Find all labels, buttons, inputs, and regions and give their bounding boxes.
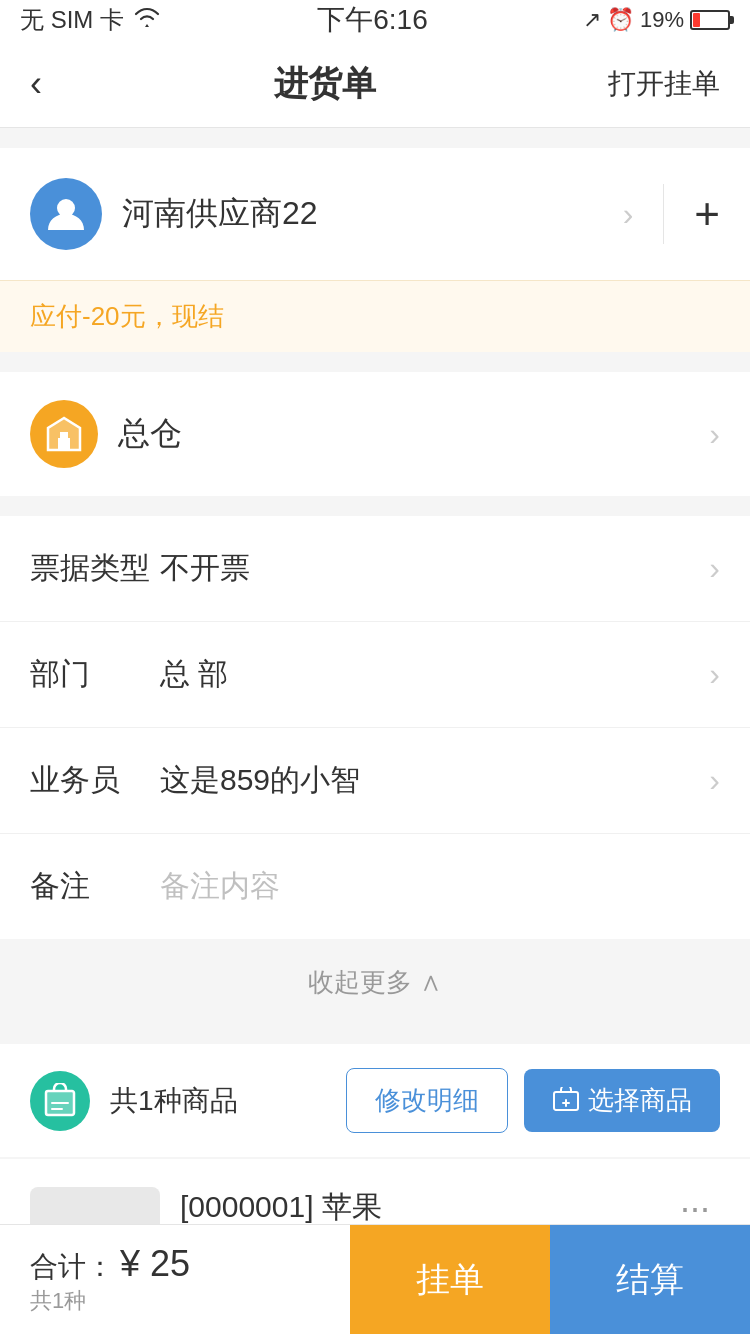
bottom-bar: 合计： ¥ 25 共1种 挂单 结算 [0, 1224, 750, 1334]
supplier-row[interactable]: 河南供应商22 › + [0, 148, 750, 280]
battery-icon [690, 10, 730, 30]
open-hang-button[interactable]: 打开挂单 [608, 65, 720, 103]
hang-button[interactable]: 挂单 [350, 1225, 550, 1335]
select-product-label: 选择商品 [588, 1083, 692, 1118]
supplier-avatar [30, 178, 102, 250]
divider [663, 184, 664, 244]
alarm-icon: ⏰ [607, 7, 634, 33]
invoice-type-label: 票据类型 [30, 548, 160, 589]
total-section: 合计： ¥ 25 共1种 [0, 1243, 350, 1316]
salesperson-value: 这是859的小智 [160, 760, 709, 801]
total-value: ¥ 25 [120, 1243, 190, 1285]
product-title: 苹果 [322, 1190, 382, 1223]
department-label: 部门 [30, 654, 160, 695]
carrier-text: 无 SIM 卡 [20, 4, 124, 36]
back-button[interactable]: ‹ [30, 63, 42, 105]
form-section: 票据类型 不开票 › 部门 总 部 › 业务员 这是859的小智 › 备注 备注… [0, 516, 750, 939]
notice-banner: 应付-20元，现结 [0, 280, 750, 352]
wifi-icon [132, 6, 162, 34]
total-amount: 合计： ¥ 25 [30, 1243, 320, 1286]
remark-row[interactable]: 备注 备注内容 [0, 834, 750, 939]
warehouse-name: 总仓 [118, 412, 709, 456]
add-button[interactable]: + [694, 189, 720, 239]
warehouse-row[interactable]: 总仓 › [0, 372, 750, 496]
select-product-button[interactable]: 选择商品 [524, 1069, 720, 1132]
salesperson-chevron-icon: › [709, 762, 720, 799]
collapse-row[interactable]: 收起更多 ∧ [0, 941, 750, 1024]
checkout-button[interactable]: 结算 [550, 1225, 750, 1335]
warehouse-chevron-icon: › [709, 416, 720, 453]
status-left: 无 SIM 卡 [20, 4, 162, 36]
total-label: 合计： [30, 1248, 114, 1286]
battery-percent: 19% [640, 7, 684, 33]
supplier-section: 河南供应商22 › + 应付-20元，现结 [0, 148, 750, 352]
remark-label: 备注 [30, 866, 160, 907]
supplier-chevron-icon: › [623, 196, 634, 233]
department-chevron-icon: › [709, 656, 720, 693]
location-icon: ↗ [583, 7, 601, 33]
department-row[interactable]: 部门 总 部 › [0, 622, 750, 728]
product-code: [0000001] [180, 1190, 313, 1223]
total-count: 共1种 [30, 1286, 320, 1316]
invoice-type-value: 不开票 [160, 548, 709, 589]
salesperson-label: 业务员 [30, 760, 160, 801]
product-count-text: 共1种商品 [110, 1082, 346, 1120]
invoice-type-row[interactable]: 票据类型 不开票 › [0, 516, 750, 622]
salesperson-row[interactable]: 业务员 这是859的小智 › [0, 728, 750, 834]
nav-bar: ‹ 进货单 打开挂单 [0, 40, 750, 128]
department-value: 总 部 [160, 654, 709, 695]
warehouse-icon [30, 400, 98, 468]
svg-rect-1 [58, 438, 70, 450]
page-title: 进货单 [274, 61, 376, 107]
status-bar: 无 SIM 卡 下午6:16 ↗ ⏰ 19% [0, 0, 750, 40]
remark-value[interactable]: 备注内容 [160, 866, 720, 907]
product-header: 共1种商品 修改明细 选择商品 [0, 1044, 750, 1157]
invoice-type-chevron-icon: › [709, 550, 720, 587]
product-count-icon [30, 1071, 90, 1131]
warehouse-section: 总仓 › [0, 372, 750, 496]
supplier-right-section: › + [623, 184, 720, 244]
product-more-button[interactable]: ··· [670, 1187, 720, 1229]
product-name: [0000001] 苹果 [180, 1187, 670, 1228]
edit-detail-button[interactable]: 修改明细 [346, 1068, 508, 1133]
status-right: ↗ ⏰ 19% [583, 7, 730, 33]
status-time: 下午6:16 [317, 1, 428, 39]
supplier-name: 河南供应商22 [122, 192, 623, 236]
